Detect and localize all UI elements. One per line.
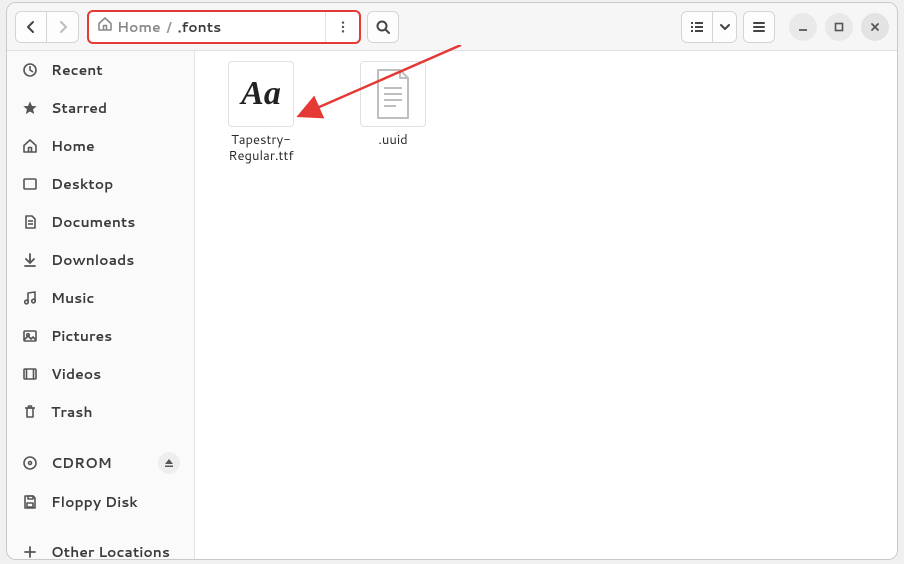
body: Recent Starred Home Desktop Documents Do… bbox=[7, 51, 897, 559]
chevron-down-icon bbox=[717, 19, 733, 35]
plus-icon bbox=[21, 544, 39, 559]
document-icon bbox=[21, 214, 39, 230]
text-file-icon bbox=[372, 68, 414, 120]
sidebar-item-home[interactable]: Home bbox=[7, 127, 194, 165]
sidebar-item-music[interactable]: Music bbox=[7, 279, 194, 317]
sidebar-item-trash[interactable]: Trash bbox=[7, 393, 194, 431]
home-icon bbox=[97, 16, 113, 37]
font-thumbnail: Aa bbox=[228, 61, 294, 127]
close-button[interactable] bbox=[861, 13, 889, 41]
trash-icon bbox=[21, 404, 39, 420]
minimize-icon bbox=[797, 21, 809, 33]
sidebar-item-videos[interactable]: Videos bbox=[7, 355, 194, 393]
sidebar-item-starred[interactable]: Starred bbox=[7, 89, 194, 127]
floppy-icon bbox=[21, 494, 39, 510]
file-view[interactable]: Aa Tapestry-Regular.ttf bbox=[195, 51, 897, 559]
sidebar-item-label: Recent bbox=[51, 60, 103, 80]
home-icon bbox=[21, 138, 39, 154]
kebab-icon bbox=[336, 20, 350, 34]
file-item-uuid[interactable]: .uuid bbox=[351, 61, 435, 149]
hamburger-icon bbox=[751, 19, 767, 35]
chevron-left-icon bbox=[23, 19, 39, 35]
close-icon bbox=[869, 21, 881, 33]
window-controls bbox=[789, 13, 889, 41]
star-icon bbox=[21, 100, 39, 116]
disc-icon bbox=[21, 455, 39, 471]
sidebar-item-label: CDROM bbox=[51, 453, 112, 473]
sidebar-item-recent[interactable]: Recent bbox=[7, 51, 194, 89]
desktop-icon bbox=[21, 176, 39, 192]
clock-icon bbox=[21, 62, 39, 78]
chevron-right-icon bbox=[55, 19, 71, 35]
sidebar-item-other-locations[interactable]: Other Locations bbox=[7, 533, 194, 559]
sidebar-item-label: Other Locations bbox=[51, 542, 170, 559]
sidebar-item-floppy[interactable]: Floppy Disk bbox=[7, 483, 194, 521]
eject-button[interactable] bbox=[158, 452, 180, 474]
search-button[interactable] bbox=[367, 11, 399, 43]
list-icon bbox=[689, 19, 705, 35]
breadcrumb-current[interactable]: .fonts bbox=[178, 17, 222, 37]
minimize-button[interactable] bbox=[789, 13, 817, 41]
search-icon bbox=[375, 19, 391, 35]
breadcrumb-home[interactable]: Home bbox=[117, 17, 161, 37]
file-item-font[interactable]: Aa Tapestry-Regular.ttf bbox=[219, 61, 303, 164]
sidebar-item-label: Home bbox=[51, 136, 95, 156]
sidebar-item-pictures[interactable]: Pictures bbox=[7, 317, 194, 355]
back-button[interactable] bbox=[15, 11, 47, 43]
videos-icon bbox=[21, 366, 39, 382]
sidebar-item-label: Downloads bbox=[51, 250, 134, 270]
list-view-button[interactable] bbox=[681, 11, 713, 43]
path-menu-button[interactable] bbox=[325, 12, 359, 42]
breadcrumb-separator: / bbox=[165, 17, 174, 37]
icon-grid: Aa Tapestry-Regular.ttf bbox=[209, 61, 883, 164]
hamburger-menu-button[interactable] bbox=[743, 11, 775, 43]
sidebar-item-desktop[interactable]: Desktop bbox=[7, 165, 194, 203]
sidebar-item-label: Documents bbox=[51, 212, 135, 232]
sidebar-item-label: Desktop bbox=[51, 174, 113, 194]
sidebar-item-downloads[interactable]: Downloads bbox=[7, 241, 194, 279]
nav-buttons bbox=[15, 11, 79, 43]
headerbar: Home / .fonts bbox=[7, 3, 897, 51]
sidebar-item-label: Music bbox=[51, 288, 94, 308]
sidebar-item-cdrom[interactable]: CDROM bbox=[7, 443, 194, 483]
text-file-thumbnail bbox=[360, 61, 426, 127]
view-switcher bbox=[681, 11, 737, 43]
music-icon bbox=[21, 290, 39, 306]
forward-button[interactable] bbox=[47, 11, 79, 43]
sidebar-item-label: Floppy Disk bbox=[51, 492, 138, 512]
view-options-button[interactable] bbox=[713, 11, 737, 43]
path-bar[interactable]: Home / .fonts bbox=[87, 10, 361, 44]
file-label: Tapestry-Regular.ttf bbox=[219, 133, 303, 164]
sidebar-item-label: Starred bbox=[51, 98, 107, 118]
file-label: .uuid bbox=[378, 133, 407, 149]
sidebar: Recent Starred Home Desktop Documents Do… bbox=[7, 51, 195, 559]
maximize-icon bbox=[833, 21, 845, 33]
file-manager-window: Home / .fonts bbox=[6, 2, 898, 560]
download-icon bbox=[21, 252, 39, 268]
sidebar-item-label: Pictures bbox=[51, 326, 112, 346]
breadcrumb: Home / .fonts bbox=[89, 16, 325, 37]
sidebar-item-documents[interactable]: Documents bbox=[7, 203, 194, 241]
pictures-icon bbox=[21, 328, 39, 344]
sidebar-item-label: Trash bbox=[51, 402, 93, 422]
eject-icon bbox=[164, 458, 174, 468]
maximize-button[interactable] bbox=[825, 13, 853, 41]
sidebar-item-label: Videos bbox=[51, 364, 101, 384]
